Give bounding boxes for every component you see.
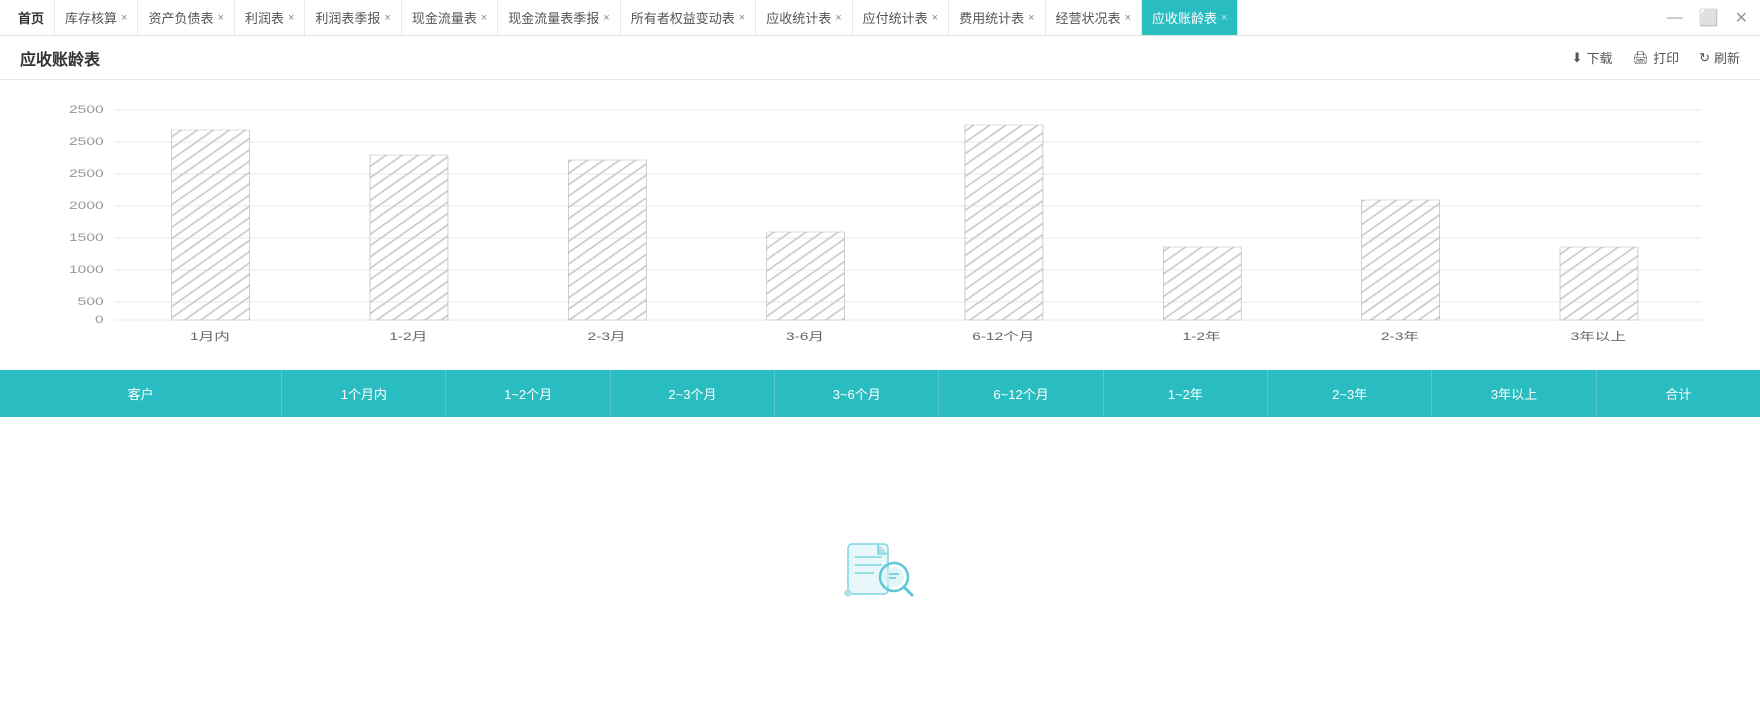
tab-operations-close[interactable]: × bbox=[1125, 12, 1131, 24]
tab-expense-stats-label: 费用统计表 bbox=[959, 8, 1024, 27]
tab-expense-stats-close[interactable]: × bbox=[1028, 12, 1034, 24]
bar-chart: 2500 2500 2500 2000 1500 1000 500 0 bbox=[30, 100, 1730, 360]
table-header: 客户 1个月内 1~2个月 2~3个月 3~6个月 6~12个月 1~2年 2~… bbox=[0, 370, 1760, 417]
col-6-12months: 6~12个月 bbox=[939, 370, 1103, 417]
tab-equity-label: 所有者权益变动表 bbox=[631, 8, 735, 27]
tab-bar: 首页 库存核算 × 资产负债表 × 利润表 × 利润表季报 × 现金流量表 × … bbox=[0, 0, 1760, 36]
svg-text:6-12个月: 6-12个月 bbox=[972, 330, 1034, 342]
tab-cashflow-label: 现金流量表 bbox=[412, 8, 477, 27]
page-header: 应收账龄表 ⬇ 下载 🖨 打印 ↻ 刷新 bbox=[0, 36, 1760, 80]
tab-cashflow-quarterly[interactable]: 现金流量表季报 × bbox=[498, 0, 620, 36]
col-2-3years: 2~3年 bbox=[1268, 370, 1432, 417]
window-close-btn[interactable]: ✕ bbox=[1731, 4, 1752, 32]
tab-cashflow[interactable]: 现金流量表 × bbox=[402, 0, 498, 36]
svg-text:3-6月: 3-6月 bbox=[786, 330, 824, 342]
page-title: 应收账龄表 bbox=[20, 46, 100, 70]
col-2-3months: 2~3个月 bbox=[611, 370, 775, 417]
refresh-label: 刷新 bbox=[1714, 48, 1740, 67]
tab-balance-close[interactable]: × bbox=[217, 12, 223, 24]
tab-profit-close[interactable]: × bbox=[288, 12, 294, 24]
window-minimize-btn[interactable]: — bbox=[1663, 5, 1687, 31]
col-1-2years: 1~2年 bbox=[1104, 370, 1268, 417]
col-customer: 客户 bbox=[0, 370, 282, 417]
tab-equity[interactable]: 所有者权益变动表 × bbox=[621, 0, 756, 36]
svg-text:2500: 2500 bbox=[69, 135, 104, 147]
svg-text:2-3月: 2-3月 bbox=[588, 330, 626, 342]
tab-ap-stats-label: 应付统计表 bbox=[863, 8, 928, 27]
tab-ar-aging-close[interactable]: × bbox=[1221, 12, 1227, 24]
empty-state bbox=[0, 417, 1760, 720]
tab-ap-stats[interactable]: 应付统计表 × bbox=[853, 0, 949, 36]
chart-area: 2500 2500 2500 2000 1500 1000 500 0 bbox=[0, 80, 1760, 370]
tab-profit-quarterly-label: 利润表季报 bbox=[315, 8, 380, 27]
tab-inventory-label: 库存核算 bbox=[65, 8, 117, 27]
tab-ar-aging-label: 应收账龄表 bbox=[1152, 8, 1217, 27]
tab-ap-stats-close[interactable]: × bbox=[932, 12, 938, 24]
window-maximize-btn[interactable]: ⬜ bbox=[1695, 4, 1723, 32]
download-button[interactable]: ⬇ 下载 bbox=[1572, 48, 1613, 67]
tab-equity-close[interactable]: × bbox=[739, 12, 745, 24]
tab-inventory-close[interactable]: × bbox=[121, 12, 127, 24]
svg-text:2000: 2000 bbox=[69, 199, 104, 211]
svg-text:1月内: 1月内 bbox=[190, 330, 230, 342]
col-total: 合计 bbox=[1597, 370, 1760, 417]
tab-ar-stats-label: 应收统计表 bbox=[766, 8, 831, 27]
svg-text:1-2月: 1-2月 bbox=[389, 330, 427, 342]
tab-balance-sheet[interactable]: 资产负债表 × bbox=[138, 0, 234, 36]
svg-text:2500: 2500 bbox=[69, 167, 104, 179]
tab-ar-stats[interactable]: 应收统计表 × bbox=[756, 0, 852, 36]
svg-text:1000: 1000 bbox=[69, 263, 104, 275]
tab-ar-stats-close[interactable]: × bbox=[835, 12, 841, 24]
svg-text:0: 0 bbox=[95, 313, 104, 325]
empty-illustration bbox=[830, 519, 930, 619]
svg-text:3年以上: 3年以上 bbox=[1571, 330, 1626, 342]
tab-operations-label: 经营状况表 bbox=[1056, 8, 1121, 27]
refresh-icon: ↻ bbox=[1699, 50, 1710, 66]
tab-profit-quarterly-close[interactable]: × bbox=[384, 12, 390, 24]
print-button[interactable]: 🖨 打印 bbox=[1633, 48, 1680, 67]
chart-container: 2500 2500 2500 2000 1500 1000 500 0 bbox=[30, 100, 1730, 360]
tab-home-label: 首页 bbox=[18, 8, 44, 27]
refresh-button[interactable]: ↻ 刷新 bbox=[1699, 48, 1740, 67]
col-3-6months: 3~6个月 bbox=[775, 370, 939, 417]
tab-operations[interactable]: 经营状况表 × bbox=[1046, 0, 1142, 36]
tab-bar-end: — ⬜ ✕ bbox=[1663, 4, 1752, 32]
col-1month: 1个月内 bbox=[282, 370, 446, 417]
tab-expense-stats[interactable]: 费用统计表 × bbox=[949, 0, 1045, 36]
tab-cashflow-quarterly-label: 现金流量表季报 bbox=[508, 8, 599, 27]
tab-balance-label: 资产负债表 bbox=[148, 8, 213, 27]
tab-cashflow-quarterly-close[interactable]: × bbox=[603, 12, 609, 24]
tab-profit-quarterly[interactable]: 利润表季报 × bbox=[305, 0, 401, 36]
tab-cashflow-close[interactable]: × bbox=[481, 12, 487, 24]
tab-profit[interactable]: 利润表 × bbox=[235, 0, 305, 36]
svg-text:500: 500 bbox=[78, 295, 104, 307]
svg-text:1-2年: 1-2年 bbox=[1183, 330, 1221, 342]
empty-state-icon bbox=[830, 519, 930, 619]
svg-text:1500: 1500 bbox=[69, 231, 104, 243]
tab-inventory[interactable]: 库存核算 × bbox=[55, 0, 138, 36]
download-label: 下载 bbox=[1587, 48, 1613, 67]
print-icon: 🖨 bbox=[1633, 50, 1650, 66]
tab-home[interactable]: 首页 bbox=[8, 0, 55, 36]
print-label: 打印 bbox=[1653, 48, 1679, 67]
svg-text:2-3年: 2-3年 bbox=[1381, 330, 1419, 342]
tab-profit-label: 利润表 bbox=[245, 8, 284, 27]
tab-ar-aging[interactable]: 应收账龄表 × bbox=[1142, 0, 1238, 36]
col-3plus-years: 3年以上 bbox=[1432, 370, 1596, 417]
main-content: 2500 2500 2500 2000 1500 1000 500 0 bbox=[0, 80, 1760, 720]
download-icon: ⬇ bbox=[1572, 50, 1583, 66]
header-actions: ⬇ 下载 🖨 打印 ↻ 刷新 bbox=[1572, 48, 1740, 67]
svg-text:2500: 2500 bbox=[69, 103, 104, 115]
col-1-2months: 1~2个月 bbox=[446, 370, 610, 417]
